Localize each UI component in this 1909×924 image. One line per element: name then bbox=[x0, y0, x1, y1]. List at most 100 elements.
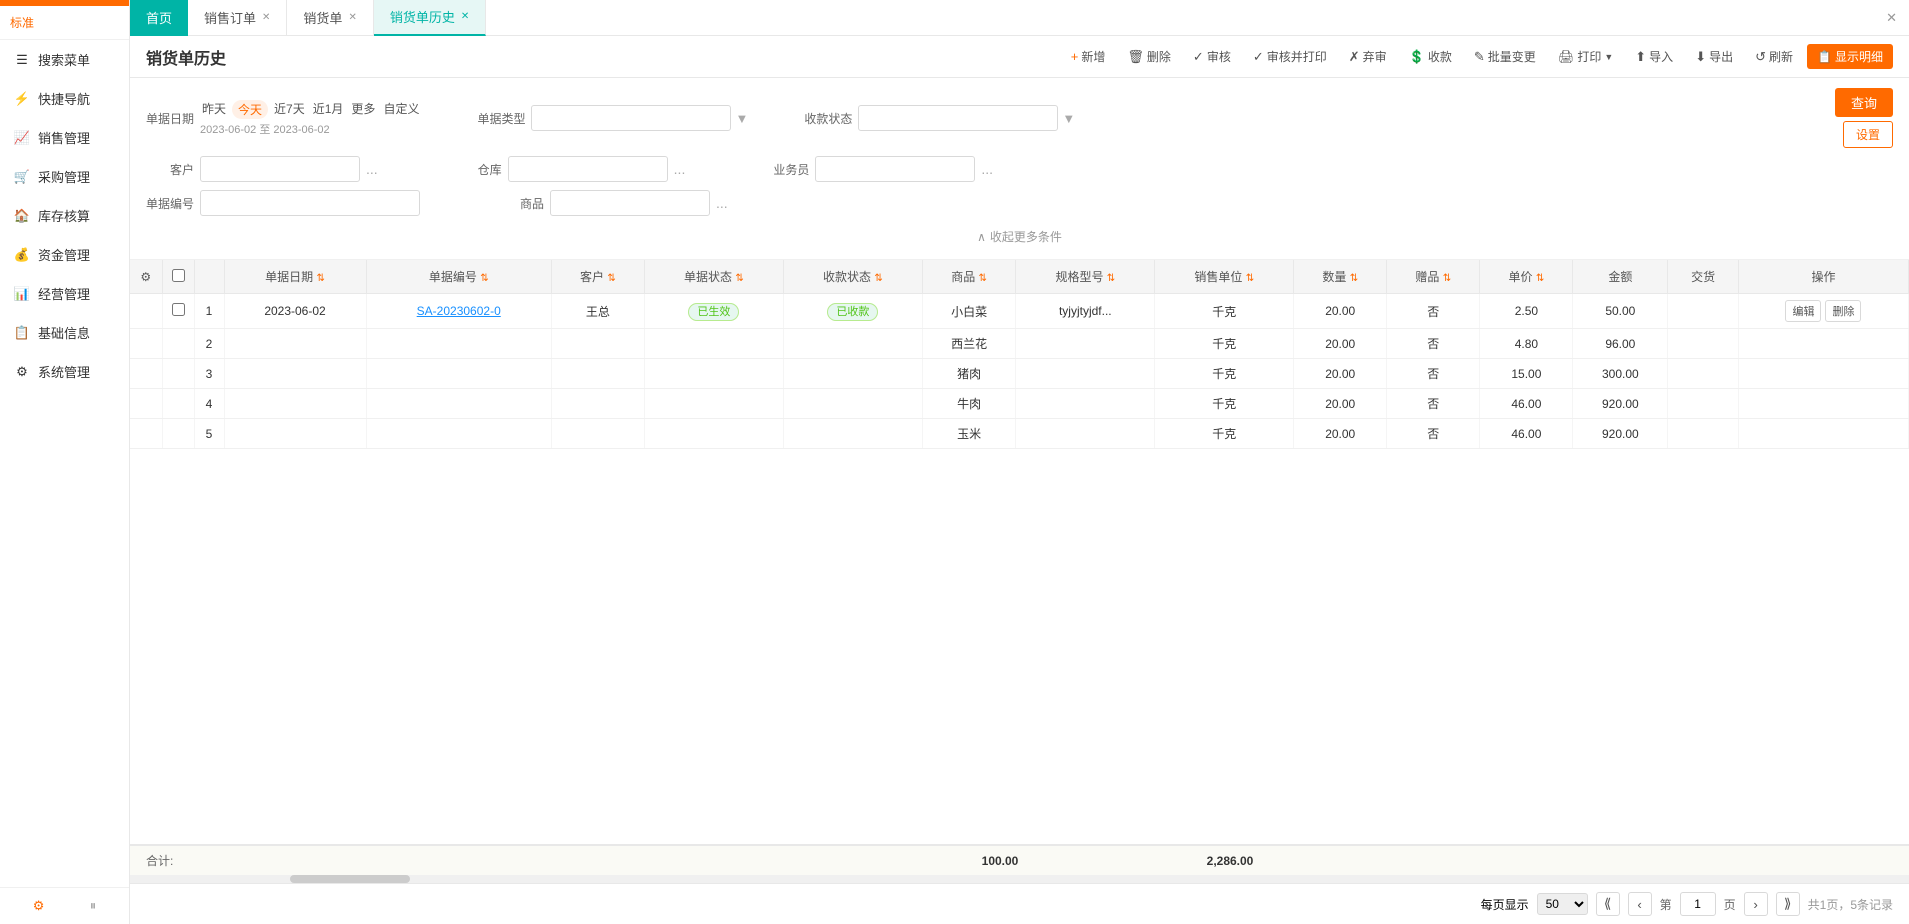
page-size-select[interactable]: 50 100 200 bbox=[1537, 893, 1588, 915]
sidebar-item-finance[interactable]: 💰 资金管理 bbox=[0, 235, 129, 274]
payment-status-badge: 已收款 bbox=[827, 303, 878, 321]
sidebar-item-label: 采购管理 bbox=[38, 167, 90, 186]
action-btn-0[interactable]: 编辑 bbox=[1785, 300, 1821, 322]
col-settings[interactable]: ⚙ bbox=[130, 260, 162, 294]
col-doc-date[interactable]: 单据日期 ⇅ bbox=[224, 260, 366, 294]
col-payment-status[interactable]: 收款状态 ⇅ bbox=[783, 260, 922, 294]
sidebar-item-operations[interactable]: 📊 经营管理 bbox=[0, 274, 129, 313]
shortcut-more[interactable]: 更多 bbox=[349, 100, 377, 119]
doc-type-dropdown-icon[interactable]: ▼ bbox=[735, 111, 748, 126]
sidebar-item-inventory[interactable]: 🏠 库存核算 bbox=[0, 196, 129, 235]
cell-check[interactable] bbox=[162, 419, 194, 449]
tab-home[interactable]: 首页 bbox=[130, 0, 188, 36]
tab-sales-order[interactable]: 销售订单 ✕ bbox=[188, 0, 287, 36]
batch-change-button[interactable]: ✎ 批量变更 bbox=[1466, 44, 1544, 69]
sidebar-item-purchase-mgmt[interactable]: 🛒 采购管理 bbox=[0, 157, 129, 196]
product-input[interactable] bbox=[550, 190, 710, 216]
cell-doc-no[interactable] bbox=[366, 329, 551, 359]
cell-check[interactable] bbox=[162, 359, 194, 389]
show-detail-button[interactable]: 📋 显示明细 bbox=[1807, 44, 1893, 69]
sidebar-item-base-info[interactable]: 📋 基础信息 bbox=[0, 313, 129, 352]
cell-doc-date bbox=[224, 329, 366, 359]
col-product[interactable]: 商品 ⇅ bbox=[922, 260, 1016, 294]
page-number-input[interactable]: 1 bbox=[1680, 892, 1716, 916]
cell-check[interactable] bbox=[162, 389, 194, 419]
delete-button[interactable]: 🗑 删除 bbox=[1119, 44, 1179, 69]
product-picker-icon[interactable]: ... bbox=[716, 195, 728, 211]
sidebar-item-sales-mgmt[interactable]: 📈 销售管理 bbox=[0, 118, 129, 157]
filter-doc-type: 单据类型 ▼ bbox=[477, 105, 748, 131]
col-customer[interactable]: 客户 ⇅ bbox=[551, 260, 644, 294]
customer-picker-icon[interactable]: ... bbox=[366, 161, 378, 177]
filter-date: 单据日期 昨天 今天 近7天 近1月 更多 自定义 2023-06-02 至 2… bbox=[146, 100, 421, 137]
sidebar-item-sys-mgmt[interactable]: ⚙ 系统管理 bbox=[0, 352, 129, 391]
abandon-button[interactable]: ✗ 弃审 bbox=[1341, 44, 1395, 69]
row-checkbox[interactable] bbox=[172, 303, 185, 316]
cell-gift: 否 bbox=[1387, 359, 1480, 389]
last-page-btn[interactable]: ⟫ bbox=[1776, 892, 1800, 916]
sidebar-item-quick-nav[interactable]: ⚡ 快捷导航 bbox=[0, 79, 129, 118]
cell-gift: 否 bbox=[1387, 419, 1480, 449]
close-all-tabs-btn[interactable]: ✕ bbox=[1886, 10, 1909, 26]
warehouse-input[interactable] bbox=[508, 156, 668, 182]
setting-button[interactable]: 设置 bbox=[1843, 121, 1893, 148]
horizontal-scrollbar[interactable] bbox=[130, 875, 1909, 883]
cell-doc-no[interactable] bbox=[366, 389, 551, 419]
shortcut-today[interactable]: 今天 bbox=[232, 100, 268, 119]
close-sales-order-tab-icon[interactable]: ✕ bbox=[262, 12, 270, 23]
payment-status-dropdown-icon[interactable]: ▼ bbox=[1062, 111, 1075, 126]
audit-print-button[interactable]: ✓ 审核并打印 bbox=[1245, 44, 1335, 69]
refresh-button[interactable]: ↺ 刷新 bbox=[1747, 44, 1801, 69]
collapse-filter-btn[interactable]: ∧ 收起更多条件 bbox=[965, 224, 1074, 249]
new-button[interactable]: + 新增 bbox=[1063, 44, 1114, 69]
import-button[interactable]: ⬆ 导入 bbox=[1627, 44, 1681, 69]
col-qty[interactable]: 数量 ⇅ bbox=[1294, 260, 1387, 294]
next-page-btn[interactable]: › bbox=[1744, 892, 1768, 916]
shortcut-last7[interactable]: 近7天 bbox=[272, 100, 307, 119]
cell-doc-no[interactable] bbox=[366, 419, 551, 449]
col-unit[interactable]: 销售单位 ⇅ bbox=[1155, 260, 1294, 294]
receive-button[interactable]: 💲 收款 bbox=[1401, 44, 1460, 69]
sort-customer-icon: ⇅ bbox=[607, 273, 615, 284]
sidebar-item-search-menu[interactable]: ☰ 搜索菜单 bbox=[0, 40, 129, 79]
col-gift[interactable]: 赠品 ⇅ bbox=[1387, 260, 1480, 294]
staff-picker-icon[interactable]: ... bbox=[981, 161, 993, 177]
scrollbar-thumb[interactable] bbox=[290, 875, 410, 883]
tab-sales-delivery[interactable]: 销货单 ✕ bbox=[287, 0, 373, 36]
audit-button[interactable]: ✓ 审核 bbox=[1185, 44, 1239, 69]
cell-doc-date: 2023-06-02 bbox=[224, 294, 366, 329]
shortcut-yesterday[interactable]: 昨天 bbox=[200, 100, 228, 119]
col-doc-no[interactable]: 单据编号 ⇅ bbox=[366, 260, 551, 294]
sidebar-footer-btn2[interactable]: ⏸ bbox=[90, 898, 97, 914]
action-btn-1[interactable]: 删除 bbox=[1825, 300, 1861, 322]
cell-doc-no[interactable]: SA-20230602-0 bbox=[366, 294, 551, 329]
col-doc-status[interactable]: 单据状态 ⇅ bbox=[644, 260, 783, 294]
prev-page-btn[interactable]: ‹ bbox=[1628, 892, 1652, 916]
col-price[interactable]: 单价 ⇅ bbox=[1480, 260, 1573, 294]
refresh-icon: ↺ bbox=[1755, 49, 1766, 65]
export-button[interactable]: ⬇ 导出 bbox=[1687, 44, 1741, 69]
first-page-btn[interactable]: ⟪ bbox=[1596, 892, 1620, 916]
doc-type-input[interactable] bbox=[531, 105, 731, 131]
sidebar-footer-btn1[interactable]: ⚙ bbox=[33, 898, 45, 914]
cell-check[interactable] bbox=[162, 329, 194, 359]
shortcut-custom[interactable]: 自定义 bbox=[381, 100, 421, 119]
shortcut-last1month[interactable]: 近1月 bbox=[311, 100, 346, 119]
doc-no-input[interactable] bbox=[200, 190, 420, 216]
base-info-icon: 📋 bbox=[14, 325, 30, 341]
staff-input[interactable] bbox=[815, 156, 975, 182]
select-all-checkbox[interactable] bbox=[172, 269, 185, 282]
query-button[interactable]: 查询 bbox=[1835, 88, 1893, 117]
warehouse-picker-icon[interactable]: ... bbox=[674, 161, 686, 177]
close-sales-history-tab-icon[interactable]: ✕ bbox=[461, 11, 469, 22]
close-sales-delivery-tab-icon[interactable]: ✕ bbox=[348, 12, 356, 23]
cell-doc-no[interactable] bbox=[366, 359, 551, 389]
print-button[interactable]: 🖨 打印 ▼ bbox=[1550, 44, 1621, 69]
tab-sales-history[interactable]: 销货单历史 ✕ bbox=[374, 0, 486, 36]
cell-transaction bbox=[1668, 359, 1739, 389]
customer-input[interactable] bbox=[200, 156, 360, 182]
payment-status-input[interactable] bbox=[858, 105, 1058, 131]
doc-no-link[interactable]: SA-20230602-0 bbox=[417, 304, 501, 318]
col-spec[interactable]: 规格型号 ⇅ bbox=[1016, 260, 1155, 294]
cell-check[interactable] bbox=[162, 294, 194, 329]
